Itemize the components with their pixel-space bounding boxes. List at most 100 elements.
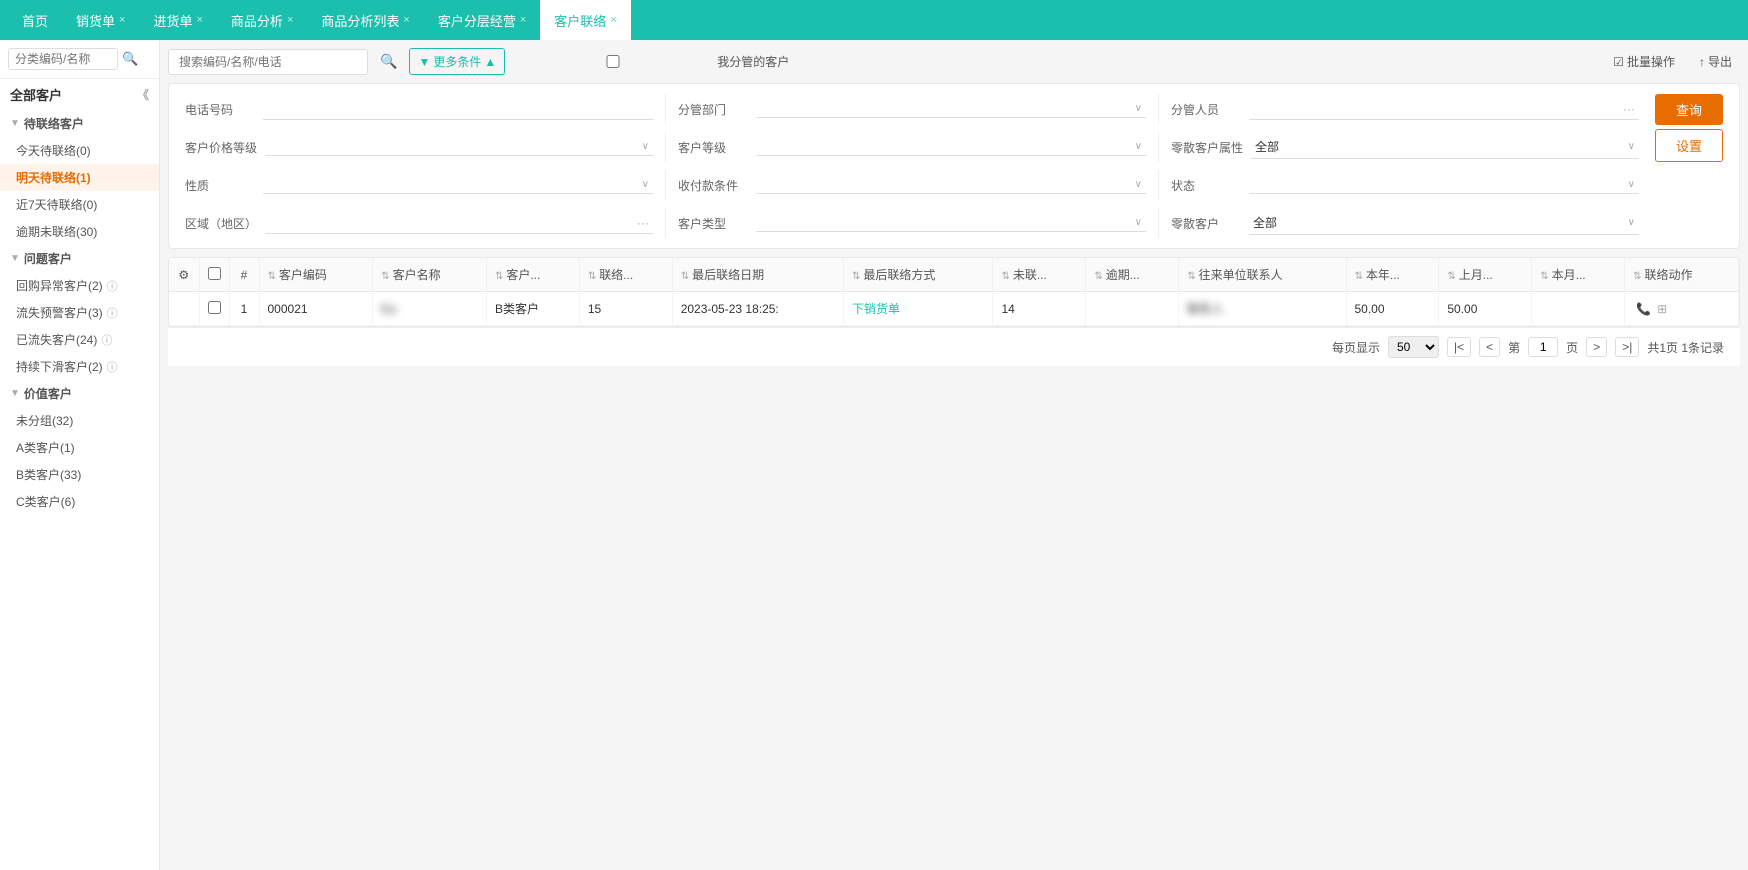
payment-label: 收付款条件 — [678, 177, 748, 194]
dept-arrow: ∨ — [1135, 103, 1142, 114]
sidebar-item-label-today: 今天待联络(0) — [16, 142, 91, 159]
sidebar-item-overdue[interactable]: 逾期未联络(30) — [0, 218, 159, 245]
sidebar-item-churned[interactable]: 已流失客户(24)ⓘ — [0, 326, 159, 353]
phone-input[interactable] — [263, 99, 653, 120]
sidebar-item-week[interactable]: 近7天待联络(0) — [0, 191, 159, 218]
sidebar-item-a-type[interactable]: A类客户(1) — [0, 434, 159, 461]
sidebar-item-tomorrow[interactable]: 明天待联络(1) — [0, 164, 159, 191]
next-page-btn[interactable]: > — [1586, 337, 1607, 357]
col-header-this_year: ⇅本年... — [1346, 258, 1439, 292]
search-button[interactable]: 🔍 — [376, 53, 401, 70]
sort-icon-contact: ⇅ — [588, 271, 596, 282]
row-action-0[interactable]: 📞⊞ — [1625, 292, 1739, 326]
region-select[interactable]: ··· — [265, 213, 653, 234]
nav-item-home[interactable]: 首页 — [8, 0, 62, 40]
sidebar-item-label-c-type: C类客户(6) — [16, 493, 75, 510]
nature-select[interactable]: ∨ — [263, 176, 653, 194]
col-header-name: ⇅ 客户名称 — [373, 258, 487, 292]
nature-arrow: ∨ — [642, 179, 649, 190]
row-unit-contact-0: 联系人 — [1179, 292, 1346, 326]
person-select[interactable]: ··· — [1249, 99, 1639, 120]
export-btn[interactable]: ↑ 导出 — [1691, 49, 1740, 74]
sidebar-item-uncat[interactable]: 未分组(32) — [0, 407, 159, 434]
sidebar-item-label-lost: 流失预警客户(3) — [16, 304, 103, 321]
row-check-0[interactable] — [208, 301, 221, 314]
sort-icon-unit_contact: ⇅ — [1187, 271, 1195, 282]
first-page-btn[interactable]: |< — [1447, 337, 1471, 357]
settings-button[interactable]: 设置 — [1655, 129, 1723, 162]
sidebar-item-b-type[interactable]: B类客户(33) — [0, 461, 159, 488]
nav-close-analysis-table[interactable]: × — [403, 14, 409, 26]
prev-page-btn[interactable]: < — [1479, 337, 1500, 357]
sidebar-search-icon[interactable]: 🔍 — [122, 51, 138, 67]
col-header-settings[interactable]: ⚙ — [169, 258, 199, 292]
contact-method-link-0[interactable]: 下销货单 — [852, 302, 900, 316]
payment-select[interactable]: ∨ — [756, 176, 1146, 194]
sidebar-section-pending[interactable]: ▼待联络客户 — [0, 110, 159, 137]
sidebar-section-problem[interactable]: ▼问题客户 — [0, 245, 159, 272]
nav-item-customer-contact[interactable]: 客户联络× — [540, 0, 630, 40]
table-header: ⚙#⇅客户编码⇅客户名称⇅客户...⇅联络...⇅最后联络日期⇅最后联络方式⇅未… — [169, 258, 1739, 292]
col-label-name: 客户名称 — [393, 268, 441, 282]
sidebar-item-lost[interactable]: 流失预警客户(3)ⓘ — [0, 299, 159, 326]
col-header-uncontacted: ⇅未联... — [993, 258, 1086, 292]
batch-operation-btn[interactable]: ☑ 批量操作 — [1605, 49, 1683, 74]
info-icon-churned: ⓘ — [101, 332, 112, 348]
nav-item-customer-tier[interactable]: 客户分层经营× — [424, 0, 540, 40]
table-settings-icon[interactable]: ⚙ — [178, 268, 189, 282]
nav-close-sales[interactable]: × — [119, 14, 125, 26]
more-conditions-btn[interactable]: ▼ 更多条件 ▲ — [409, 48, 505, 75]
customer-name-blurred: Ea — [381, 302, 396, 316]
query-button[interactable]: 查询 — [1655, 94, 1723, 125]
row-code-0: 000021 — [259, 292, 373, 326]
info-icon-declining: ⓘ — [107, 359, 118, 375]
sidebar-section-value[interactable]: ▼价值客户 — [0, 380, 159, 407]
sort-icon-this_month: ⇅ — [1540, 271, 1548, 282]
sort-icon-name: ⇅ — [381, 271, 389, 282]
page-input[interactable] — [1528, 337, 1558, 357]
sidebar-item-c-type[interactable]: C类客户(6) — [0, 488, 159, 515]
row-checkbox-0[interactable] — [199, 292, 229, 326]
action-phone-icon[interactable]: 📞 — [1636, 302, 1651, 316]
nav-close-purchase[interactable]: × — [196, 14, 202, 26]
customer-grade-select[interactable]: ∨ — [756, 138, 1146, 156]
filter-dept: 分管部门 ∨ — [678, 100, 1146, 118]
customer-table: ⚙#⇅客户编码⇅客户名称⇅客户...⇅联络...⇅最后联络日期⇅最后联络方式⇅未… — [169, 258, 1739, 326]
nav-close-customer-tier[interactable]: × — [520, 14, 526, 26]
dept-select[interactable]: ∨ — [756, 100, 1146, 118]
section-arrow-value: ▼ — [10, 388, 20, 399]
nav-item-analysis-table[interactable]: 商品分析列表× — [307, 0, 423, 40]
col-header-checkbox[interactable] — [199, 258, 229, 292]
my-customers-checkbox-label[interactable]: 我分管的客户 — [513, 53, 789, 70]
col-header-overdue: ⇅逾期... — [1086, 258, 1179, 292]
nav-item-purchase[interactable]: 进货单× — [139, 0, 216, 40]
sidebar-item-label-churned: 已流失客户(24) — [16, 331, 97, 348]
all-customers-title[interactable]: 全部客户 《 — [0, 79, 159, 110]
col-header-contact: ⇅联络... — [579, 258, 672, 292]
action-grid-icon[interactable]: ⊞ — [1657, 302, 1667, 316]
nav-close-analysis[interactable]: × — [287, 14, 293, 26]
retail-attr-select[interactable]: 全部 ∨ — [1251, 135, 1639, 159]
retail-customer-select[interactable]: 全部 ∨ — [1249, 211, 1639, 235]
search-input[interactable] — [168, 49, 368, 75]
nav-item-analysis[interactable]: 商品分析× — [217, 0, 307, 40]
last-page-btn[interactable]: >| — [1615, 337, 1639, 357]
divider-5 — [665, 170, 666, 200]
sidebar-item-declining[interactable]: 持续下滑客户(2)ⓘ — [0, 353, 159, 380]
nav-close-customer-contact[interactable]: × — [610, 14, 616, 26]
top-nav: 首页销货单×进货单×商品分析×商品分析列表×客户分层经营×客户联络× — [0, 0, 1748, 40]
sort-icon-type: ⇅ — [495, 271, 503, 282]
status-select[interactable]: ∨ — [1249, 176, 1639, 194]
select-all-checkbox[interactable] — [208, 267, 221, 280]
price-grade-select[interactable]: ∨ — [265, 138, 653, 156]
row-last-month-0: 50.00 — [1439, 292, 1532, 326]
nav-item-sales[interactable]: 销货单× — [62, 0, 139, 40]
row-last-contact-method-0[interactable]: 下销货单 — [844, 292, 993, 326]
sidebar-item-today[interactable]: 今天待联络(0) — [0, 137, 159, 164]
customer-type-select[interactable]: ∨ — [756, 214, 1146, 232]
my-customers-checkbox[interactable] — [513, 55, 713, 68]
sidebar-item-repurchase[interactable]: 回购异常客户(2)ⓘ — [0, 272, 159, 299]
sidebar-search-input[interactable] — [8, 48, 118, 70]
sidebar-item-label-uncat: 未分组(32) — [16, 412, 73, 429]
per-page-select[interactable]: 50 100 200 — [1388, 336, 1439, 358]
